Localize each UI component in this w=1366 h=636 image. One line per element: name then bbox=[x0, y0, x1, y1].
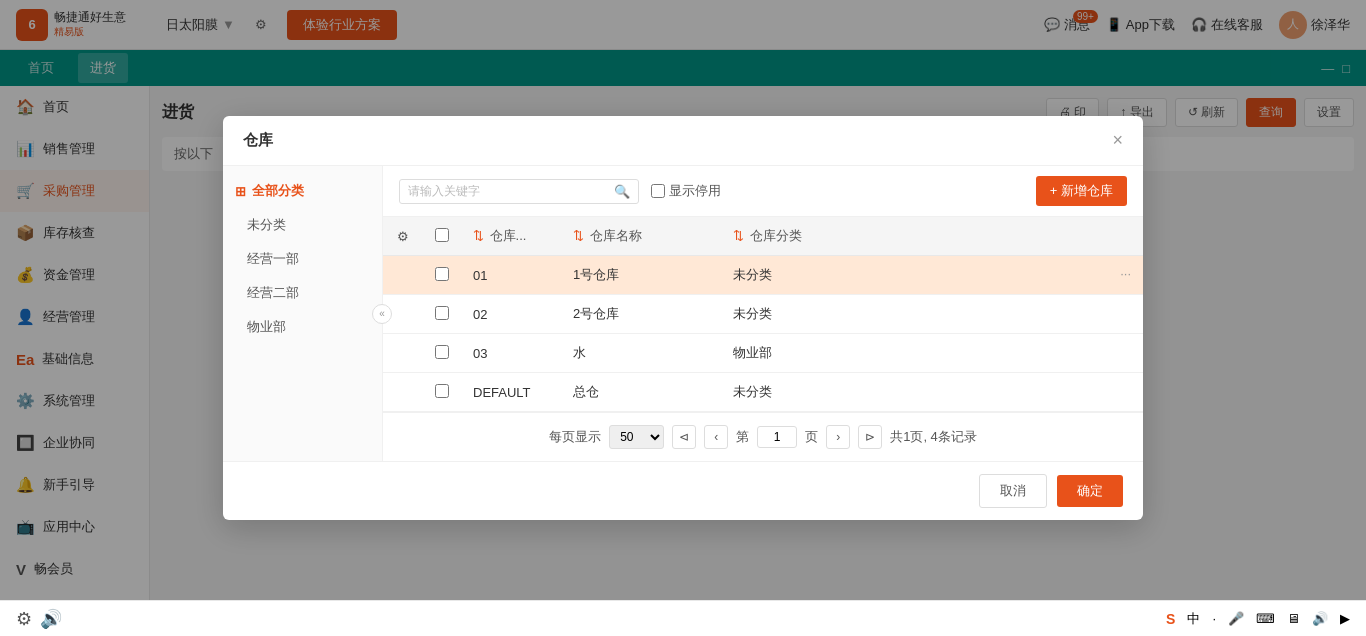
volume-icon[interactable]: 🔊 bbox=[1312, 611, 1328, 626]
row1-name: 1号仓库 bbox=[561, 256, 721, 295]
row3-checkbox[interactable] bbox=[435, 345, 449, 359]
row1-category: 未分类 ··· bbox=[721, 256, 1143, 295]
show-disabled-checkbox[interactable]: 显示停用 bbox=[651, 182, 721, 200]
row4-name: 总仓 bbox=[561, 373, 721, 412]
table-row[interactable]: 03 水 物业部 bbox=[383, 334, 1143, 373]
row3-code: 03 bbox=[461, 334, 561, 373]
modal-title: 仓库 bbox=[243, 131, 273, 150]
mic-icon[interactable]: 🎤 bbox=[1228, 611, 1244, 626]
row2-checkbox-cell bbox=[423, 295, 461, 334]
col-category: ⇅ 仓库分类 bbox=[721, 217, 1143, 256]
category-item-ops2[interactable]: 经营二部 bbox=[223, 276, 382, 310]
category-item-property[interactable]: 物业部 bbox=[223, 310, 382, 344]
monitor-icon[interactable]: 🖥 bbox=[1287, 611, 1300, 626]
page-size-select[interactable]: 50 10 20 100 bbox=[609, 425, 664, 449]
table-row[interactable]: DEFAULT 总仓 未分类 bbox=[383, 373, 1143, 412]
name-sort-icon: ⇅ bbox=[573, 228, 584, 243]
play-icon[interactable]: ▶ bbox=[1340, 611, 1350, 626]
ime-chinese[interactable]: 中 bbox=[1187, 610, 1200, 628]
bottom-right: S 中 · 🎤 ⌨ 🖥 🔊 ▶ bbox=[1166, 610, 1350, 628]
row2-category: 未分类 bbox=[721, 295, 1143, 334]
code-sort-icon: ⇅ bbox=[473, 228, 484, 243]
collapse-panel-button[interactable]: « bbox=[372, 304, 392, 324]
page-size-label: 每页显示 bbox=[549, 428, 601, 446]
modal-header: 仓库 × bbox=[223, 116, 1143, 166]
grid-icon: ⊞ bbox=[235, 184, 246, 199]
modal-body: ⊞ 全部分类 未分类 经营一部 经营二部 物业部 « 🔍 bbox=[223, 166, 1143, 461]
all-category-label: 全部分类 bbox=[252, 182, 304, 200]
row3-name: 水 bbox=[561, 334, 721, 373]
row3-category: 物业部 bbox=[721, 334, 1143, 373]
row4-checkbox[interactable] bbox=[435, 384, 449, 398]
table-panel: 🔍 显示停用 + 新增仓库 ⚙ bbox=[383, 166, 1143, 461]
row1-checkbox-cell bbox=[423, 256, 461, 295]
warehouse-data-table: ⚙ ⇅ 仓库... ⇅ 仓库名称 bbox=[383, 217, 1143, 412]
warehouse-table: ⚙ ⇅ 仓库... ⇅ 仓库名称 bbox=[383, 217, 1143, 412]
select-all-checkbox[interactable] bbox=[435, 228, 449, 242]
row1-code: 01 bbox=[461, 256, 561, 295]
modal-footer: 取消 确定 bbox=[223, 461, 1143, 520]
row3-settings bbox=[383, 334, 423, 373]
bottom-bar: ⚙ 🔊 S 中 · 🎤 ⌨ 🖥 🔊 ▶ bbox=[0, 600, 1366, 636]
last-page-button[interactable]: ⊳ bbox=[858, 425, 882, 449]
first-page-button[interactable]: ⊲ bbox=[672, 425, 696, 449]
row2-name: 2号仓库 bbox=[561, 295, 721, 334]
category-sort-icon: ⇅ bbox=[733, 228, 744, 243]
search-icon: 🔍 bbox=[614, 184, 630, 199]
row4-settings bbox=[383, 373, 423, 412]
row3-checkbox-cell bbox=[423, 334, 461, 373]
page-suffix: 页 bbox=[805, 428, 818, 446]
row4-checkbox-cell bbox=[423, 373, 461, 412]
confirm-button[interactable]: 确定 bbox=[1057, 475, 1123, 507]
warehouse-modal: 仓库 × ⊞ 全部分类 未分类 经营一部 经营二部 物业部 « bbox=[223, 116, 1143, 520]
new-warehouse-button[interactable]: + 新增仓库 bbox=[1036, 176, 1127, 206]
row1-more-btn[interactable]: ··· bbox=[1120, 266, 1131, 281]
prev-page-button[interactable]: ‹ bbox=[704, 425, 728, 449]
row4-category: 未分类 bbox=[721, 373, 1143, 412]
col-checkbox bbox=[423, 217, 461, 256]
table-toolbar: 🔍 显示停用 + 新增仓库 bbox=[383, 166, 1143, 217]
current-page-input[interactable] bbox=[757, 426, 797, 448]
next-page-button[interactable]: › bbox=[826, 425, 850, 449]
show-disabled-label: 显示停用 bbox=[669, 182, 721, 200]
all-category-item[interactable]: ⊞ 全部分类 bbox=[223, 174, 382, 208]
modal-overlay: 仓库 × ⊞ 全部分类 未分类 经营一部 经营二部 物业部 « bbox=[0, 0, 1366, 636]
search-input-wrap: 🔍 bbox=[399, 179, 639, 204]
bottom-left: ⚙ 🔊 bbox=[16, 608, 62, 630]
keyboard-icon[interactable]: ⌨ bbox=[1256, 611, 1275, 626]
col-code: ⇅ 仓库... bbox=[461, 217, 561, 256]
row2-code: 02 bbox=[461, 295, 561, 334]
pagination: 每页显示 50 10 20 100 ⊲ ‹ 第 页 › ⊳ 共1页, 4条记录 bbox=[383, 412, 1143, 461]
ime-dot: · bbox=[1212, 611, 1216, 626]
bottom-sound-icon[interactable]: 🔊 bbox=[40, 608, 62, 630]
search-input[interactable] bbox=[408, 184, 608, 198]
row4-code: DEFAULT bbox=[461, 373, 561, 412]
modal-close-button[interactable]: × bbox=[1112, 130, 1123, 151]
row1-settings bbox=[383, 256, 423, 295]
show-disabled-input[interactable] bbox=[651, 184, 665, 198]
category-item-ops1[interactable]: 经营一部 bbox=[223, 242, 382, 276]
row2-checkbox[interactable] bbox=[435, 306, 449, 320]
category-item-unclassified[interactable]: 未分类 bbox=[223, 208, 382, 242]
table-row[interactable]: 01 1号仓库 未分类 ··· bbox=[383, 256, 1143, 295]
row1-checkbox[interactable] bbox=[435, 267, 449, 281]
category-panel: ⊞ 全部分类 未分类 经营一部 经营二部 物业部 « bbox=[223, 166, 383, 461]
col-name: ⇅ 仓库名称 bbox=[561, 217, 721, 256]
bottom-settings-icon[interactable]: ⚙ bbox=[16, 608, 32, 630]
cancel-button[interactable]: 取消 bbox=[979, 474, 1047, 508]
brand-watermark: S bbox=[1166, 611, 1175, 627]
page-label: 第 bbox=[736, 428, 749, 446]
total-records-label: 共1页, 4条记录 bbox=[890, 428, 977, 446]
col-settings: ⚙ bbox=[383, 217, 423, 256]
table-row[interactable]: 02 2号仓库 未分类 bbox=[383, 295, 1143, 334]
